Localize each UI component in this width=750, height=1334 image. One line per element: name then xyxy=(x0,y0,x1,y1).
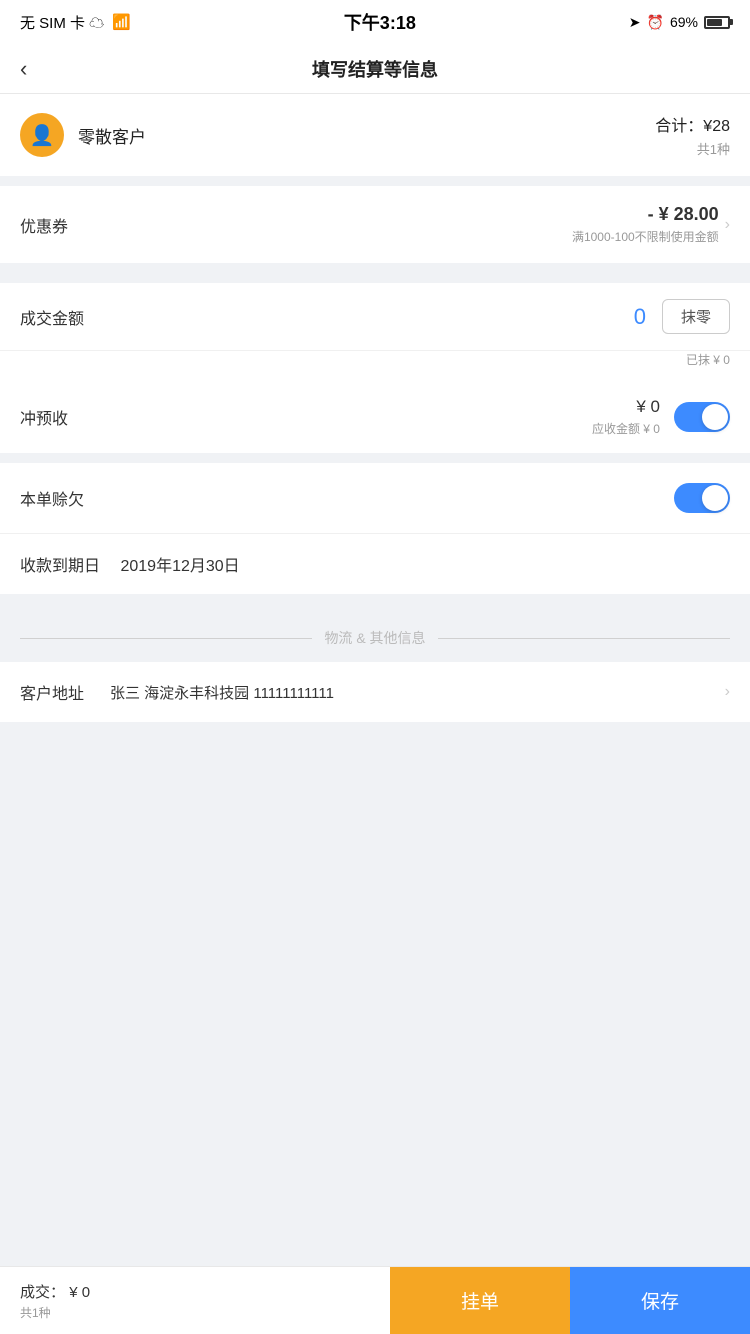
amount-section: 成交金额 0 抹零 已抹 ¥ 0 冲预收 ¥ 0 应收金额 ¥ 0 xyxy=(0,283,750,453)
bottom-summary: 成交： ¥ 0 共1种 xyxy=(0,1281,390,1321)
address-label: 客户地址 xyxy=(20,680,100,704)
hold-button[interactable]: 挂单 xyxy=(390,1267,570,1334)
prepay-row: 冲预收 ¥ 0 应收金额 ¥ 0 xyxy=(0,381,750,453)
duedate-value: 2019年12月30日 xyxy=(120,558,239,575)
customer-left: 👤 零散客户 xyxy=(20,113,146,157)
logistics-label: 物流 & 其他信息 xyxy=(324,628,425,648)
customer-right: 合计：¥28 共1种 xyxy=(655,112,730,158)
summary-amount: ¥ 0 xyxy=(69,1284,90,1301)
amount-label: 成交金额 xyxy=(20,305,84,329)
address-value: 张三 海淀永丰科技园 11111111111 xyxy=(100,682,725,703)
nav-bar: ‹ 填写结算等信息 xyxy=(0,44,750,94)
chevron-right-icon: › xyxy=(725,216,730,234)
divider-3 xyxy=(0,604,750,614)
coupon-discount: - ¥ 28.00 xyxy=(572,204,719,225)
coupon-label: 优惠券 xyxy=(20,213,68,237)
credit-label: 本单赊欠 xyxy=(20,486,84,510)
coupon-section[interactable]: 优惠券 - ¥ 28.00 满1000-100不限制使用金额 › xyxy=(0,186,750,263)
prepay-values: ¥ 0 应收金额 ¥ 0 xyxy=(592,397,660,437)
location-icon: ➤ xyxy=(629,14,641,31)
customer-count: 共1种 xyxy=(655,139,730,158)
customer-name: 零散客户 xyxy=(78,123,146,148)
alarm-icon: ⏰ xyxy=(647,14,664,31)
amount-value[interactable]: 0 xyxy=(634,304,646,330)
coupon-right: - ¥ 28.00 满1000-100不限制使用金额 › xyxy=(572,204,730,245)
prepay-label: 冲预收 xyxy=(20,405,68,429)
status-bar: 无 SIM 卡 ☁ 📶 下午3:18 ➤ ⏰ 69% xyxy=(0,0,750,44)
duedate-row: 收款到期日 2019年12月30日 xyxy=(0,533,750,594)
address-chevron-icon: › xyxy=(725,683,730,701)
credit-toggle-knob xyxy=(702,485,728,511)
status-left: 无 SIM 卡 ☁ 📶 xyxy=(20,12,131,33)
prepay-right: ¥ 0 应收金额 ¥ 0 xyxy=(592,397,730,437)
bottom-summary-count: 共1种 xyxy=(20,1304,370,1321)
toggle-knob xyxy=(702,404,728,430)
bottom-summary-top: 成交： ¥ 0 xyxy=(20,1281,370,1302)
summary-label: 成交： xyxy=(20,1284,65,1301)
credit-toggle[interactable] xyxy=(674,483,730,513)
prepay-amount: ¥ 0 xyxy=(592,397,660,417)
bottom-bar: 成交： ¥ 0 共1种 挂单 保存 xyxy=(0,1266,750,1334)
bottom-spacer xyxy=(0,732,750,852)
round-button[interactable]: 抹零 xyxy=(662,299,730,334)
back-button[interactable]: ‹ xyxy=(20,56,27,82)
customer-section: 👤 零散客户 合计：¥28 共1种 xyxy=(0,94,750,176)
wifi-icon: 📶 xyxy=(112,13,131,31)
prepay-toggle[interactable] xyxy=(674,402,730,432)
status-right: ➤ ⏰ 69% xyxy=(629,14,730,31)
duedate-label: 收款到期日 xyxy=(20,558,100,575)
battery-icon xyxy=(704,16,730,29)
prepay-sub: 应收金额 ¥ 0 xyxy=(592,420,660,437)
customer-total: 合计：¥28 xyxy=(655,112,730,136)
customer-avatar: 👤 xyxy=(20,113,64,157)
amount-row: 成交金额 0 抹零 xyxy=(0,283,750,351)
sim-label: 无 SIM 卡 ☁ xyxy=(20,12,104,33)
credit-row: 本单赊欠 xyxy=(0,463,750,533)
credit-section: 本单赊欠 收款到期日 2019年12月30日 xyxy=(0,463,750,594)
amount-sub: 已抹 ¥ 0 xyxy=(686,353,730,367)
coupon-note: 满1000-100不限制使用金额 xyxy=(572,228,719,245)
page-title: 填写结算等信息 xyxy=(312,56,438,82)
battery-percent: 69% xyxy=(670,14,698,30)
save-button[interactable]: 保存 xyxy=(570,1267,750,1334)
divider-1 xyxy=(0,273,750,283)
logistics-divider: 物流 & 其他信息 xyxy=(0,614,750,662)
status-time: 下午3:18 xyxy=(344,9,416,35)
address-section[interactable]: 客户地址 张三 海淀永丰科技园 11111111111 › xyxy=(0,662,750,722)
divider-2 xyxy=(0,453,750,463)
amount-right: 0 抹零 xyxy=(634,299,730,334)
